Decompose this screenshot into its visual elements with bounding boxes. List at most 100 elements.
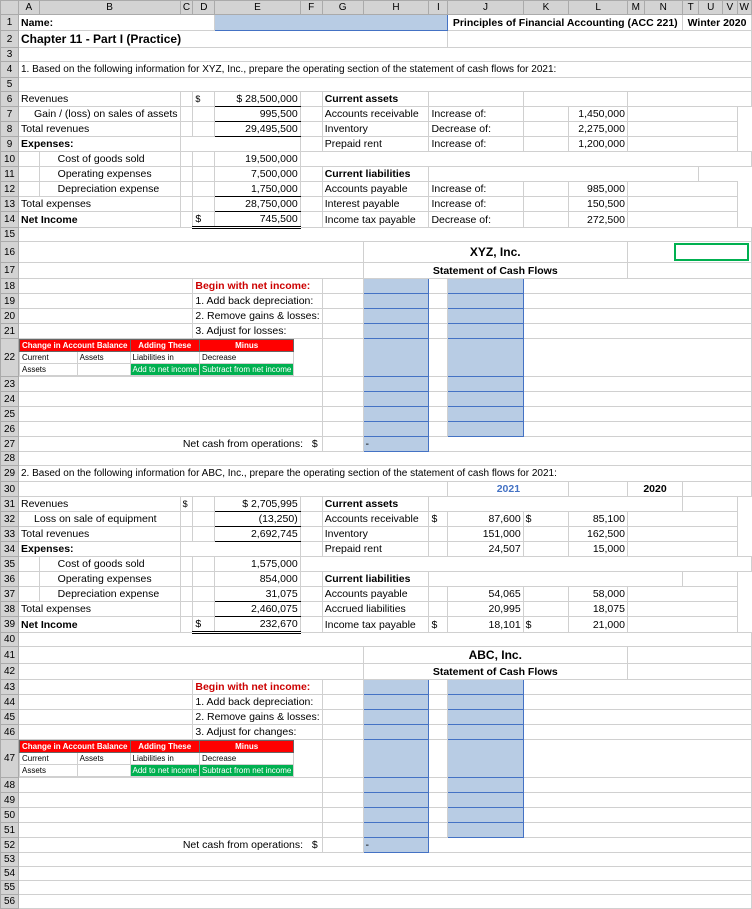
row-4: 4 1. Based on the following information … (1, 62, 752, 78)
current-assets-label: Current assets (322, 92, 429, 107)
row-41: 41 ABC, Inc. (1, 647, 752, 664)
cf-input-9a[interactable] (363, 422, 429, 437)
p2-cf-input-3b[interactable] (448, 710, 523, 725)
col-c-header: C (180, 1, 193, 15)
cf-input-3a[interactable] (363, 309, 429, 324)
row-43: 43 Begin with net income: (1, 680, 752, 695)
cf-input-5a[interactable] (363, 339, 429, 377)
p2-ni-amount: 232,670 (215, 617, 300, 633)
tax-amount: 272,500 (569, 212, 628, 228)
p2-ar-2020-sym: $ (523, 512, 569, 527)
p2-cf-input-7a[interactable] (363, 793, 429, 808)
p2-begin-net: Begin with net income: (193, 680, 322, 695)
cf-input-9b[interactable] (448, 422, 523, 437)
ni-sym: $ (193, 212, 215, 228)
cf-input-6b[interactable] (448, 377, 523, 392)
row-45: 45 2. Remove gains & losses: (1, 710, 752, 725)
cf-input-7b[interactable] (448, 392, 523, 407)
p2-tax-2021: 18,101 (448, 617, 523, 633)
col-h-header: H (363, 1, 429, 15)
cf-input-8b[interactable] (448, 407, 523, 422)
prepaid-amount: 1,200,000 (569, 137, 628, 152)
inv-change: Decrease of: (429, 122, 523, 137)
abc-title: ABC, Inc. (363, 647, 627, 664)
cf-input-4b[interactable] (448, 324, 523, 339)
ar-change: Increase of: (429, 107, 523, 122)
row-42: 42 Statement of Cash Flows (1, 664, 752, 680)
p2-tax-2021-sym: $ (429, 617, 448, 633)
p2-accrued-label: Accrued liabilities (322, 602, 429, 617)
cf-input-1b[interactable] (448, 279, 523, 294)
col-m-header: M (627, 1, 644, 15)
p2-cf-input-1a[interactable] (363, 680, 429, 695)
p2-step3: 3. Adjust for changes: (193, 725, 322, 740)
xyz-title: XYZ, Inc. (363, 242, 627, 263)
row-22: 22 Change in Account Balance Adding Thes… (1, 339, 752, 377)
cf-input-6a[interactable] (363, 377, 429, 392)
row-21: 21 3. Adjust for losses: (1, 324, 752, 339)
cf-input-5b[interactable] (448, 339, 523, 377)
row-30: 30 2021 2020 (1, 482, 752, 497)
cf-input-2a[interactable] (363, 294, 429, 309)
net-cash-val-1[interactable]: - (363, 437, 429, 452)
p2-cf-input-2b[interactable] (448, 695, 523, 710)
abc-subtitle: Statement of Cash Flows (363, 664, 627, 680)
name-input[interactable] (215, 15, 448, 31)
p2-cf-input-9a[interactable] (363, 823, 429, 838)
net-cash-label-1: Net cash from operations: (183, 438, 303, 450)
p2-step1: 1. Add back depreciation: (193, 695, 322, 710)
p2-cf-input-8a[interactable] (363, 808, 429, 823)
p2-cf-input-8b[interactable] (448, 808, 523, 823)
row-3: 3 (1, 48, 752, 62)
row-7: 7 Gain / (loss) on sales of assets 995,5… (1, 107, 752, 122)
gain-loss-label: Gain / (loss) on sales of assets (19, 107, 181, 122)
p2-cf-input-6b[interactable] (448, 778, 523, 793)
row-2: 2 Chapter 11 - Part I (Practice) (1, 31, 752, 48)
p2-cf-input-4b[interactable] (448, 725, 523, 740)
col-t-header: T (683, 1, 699, 15)
p2-cf-input-4a[interactable] (363, 725, 429, 740)
p2-cf-input-6a[interactable] (363, 778, 429, 793)
p2-cf-input-3a[interactable] (363, 710, 429, 725)
row-6: 6 Revenues $ $ 28,500,000 Current assets (1, 92, 752, 107)
row-25: 25 (1, 407, 752, 422)
p2-loss-label: Loss on sale of equipment (19, 512, 181, 527)
row-46: 46 3. Adjust for changes: (1, 725, 752, 740)
row-51: 51 (1, 823, 752, 838)
term: Winter 2020 (683, 15, 752, 31)
p2-inv-2020: 162,500 (569, 527, 628, 542)
p2-tax-2020: 21,000 (569, 617, 628, 633)
row-38: 38 Total expenses 2,460,075 Accrued liab… (1, 602, 752, 617)
row-14: 14 Net Income $ 745,500 Income tax payab… (1, 212, 752, 228)
p2-net-cash-val[interactable]: - (363, 838, 429, 853)
depr-amount: 1,750,000 (215, 182, 300, 197)
ni-amount: 745,500 (215, 212, 300, 228)
cf-input-3b[interactable] (448, 309, 523, 324)
p2-ap-2021: 54,065 (448, 587, 523, 602)
p2-cf-input-5b[interactable] (448, 740, 523, 778)
cf-input-8a[interactable] (363, 407, 429, 422)
p2-inv-2021: 151,000 (448, 527, 523, 542)
step1-label: 1. Add back depreciation: (193, 294, 322, 309)
p2-cf-input-5a[interactable] (363, 740, 429, 778)
cf-input-7a[interactable] (363, 392, 429, 407)
cf-input-2b[interactable] (448, 294, 523, 309)
row-36: 36 Operating expenses 854,000 Current li… (1, 572, 752, 587)
cf-input-4a[interactable] (363, 324, 429, 339)
row-2-num: 2 (1, 31, 19, 48)
p2-depr: 31,075 (215, 587, 300, 602)
row-12: 12 Depreciation expense 1,750,000 Accoun… (1, 182, 752, 197)
spreadsheet: A B C D E F G H I J K L M N T U V W (0, 0, 752, 909)
row-20: 20 2. Remove gains & losses: (1, 309, 752, 324)
p2-cf-input-2a[interactable] (363, 695, 429, 710)
row-27: 27 Net cash from operations: $ - (1, 437, 752, 452)
cf-input-1a[interactable] (363, 279, 429, 294)
legend-table-2: Change in Account Balance Adding These M… (19, 740, 294, 777)
p2-cf-input-7b[interactable] (448, 793, 523, 808)
p2-ap-label: Accounts payable (322, 587, 429, 602)
col-k-header: K (523, 1, 569, 15)
p2-cf-input-1b[interactable] (448, 680, 523, 695)
p2-cf-input-9b[interactable] (448, 823, 523, 838)
col-d-header: D (193, 1, 215, 15)
p2-cogs-label: Cost of goods sold (39, 557, 180, 572)
